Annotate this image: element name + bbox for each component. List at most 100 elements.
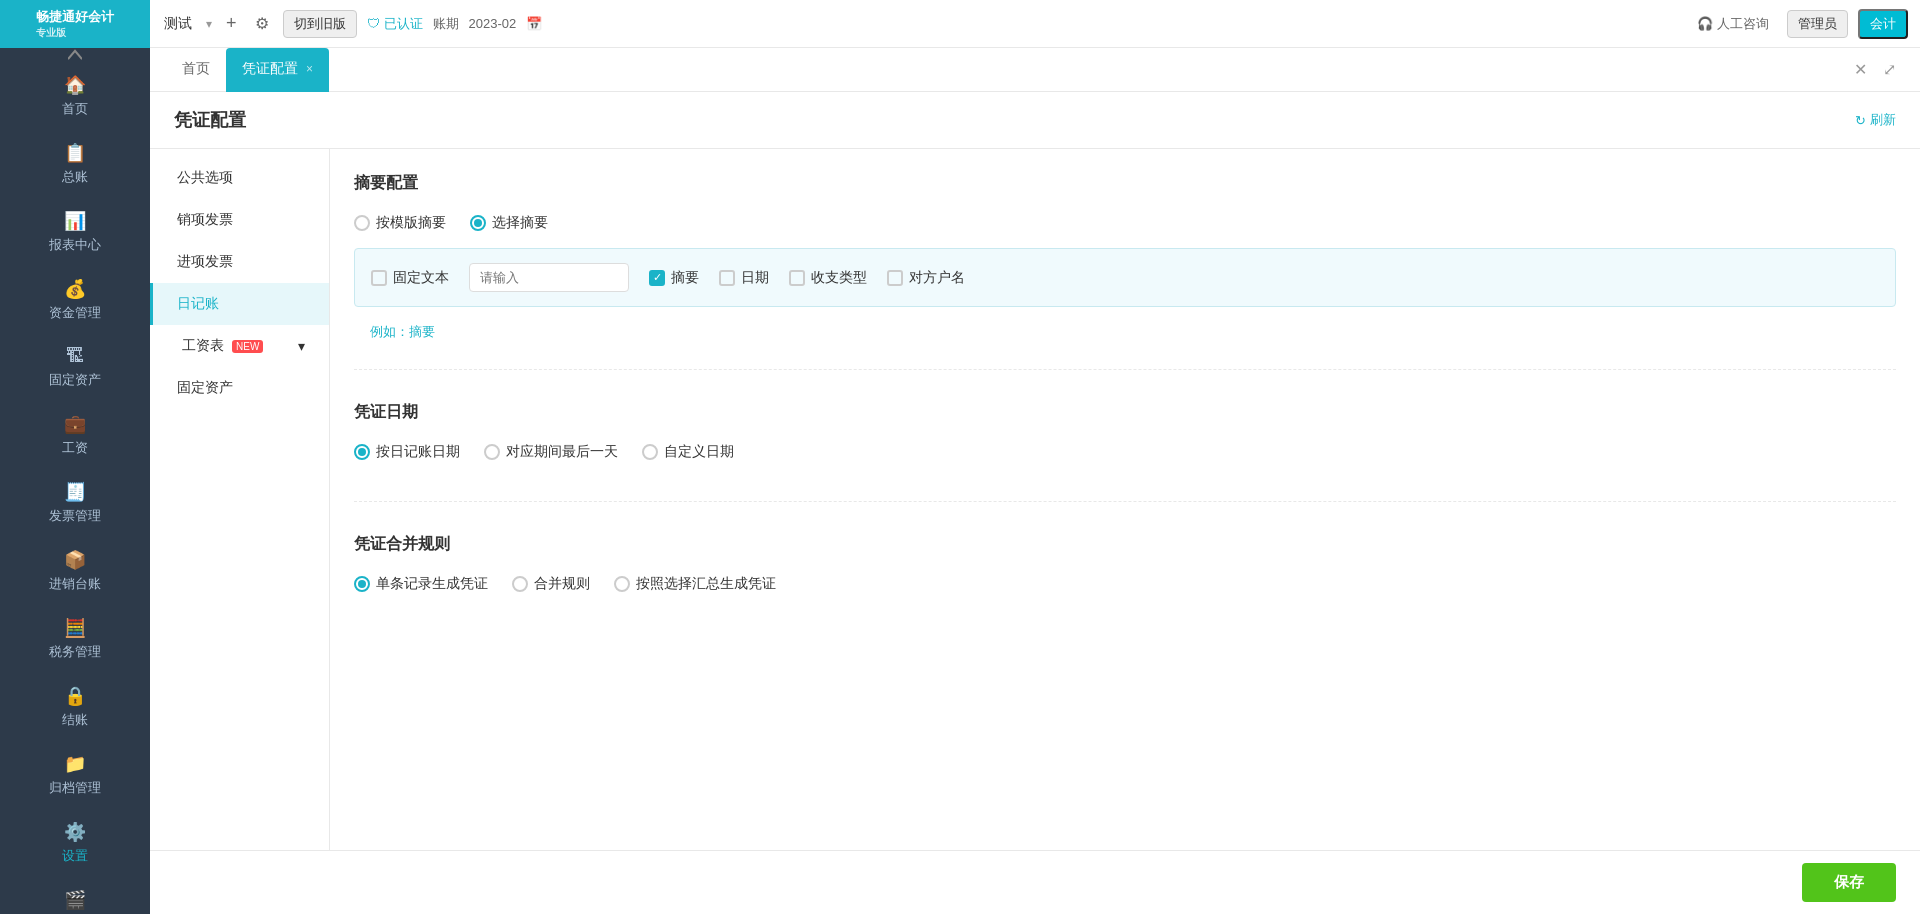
radio-merge[interactable]: 合并规则 xyxy=(512,575,590,593)
voucher-date-title: 凭证日期 xyxy=(354,402,1896,423)
summary-checkbox: ✓ xyxy=(649,270,665,286)
sidebar-item-fixed-assets[interactable]: 🏗 固定资产 xyxy=(0,334,150,401)
fixed-text-checkbox xyxy=(371,270,387,286)
summary-radio-group: 按模版摘要 选择摘要 xyxy=(354,214,1896,232)
left-nav-public[interactable]: 公共选项 xyxy=(150,157,329,199)
accountant-button[interactable]: 会计 xyxy=(1858,9,1908,39)
left-nav-payroll[interactable]: 工资表 NEW ▾ xyxy=(150,325,329,367)
sidebar-scroll-up[interactable] xyxy=(0,48,150,62)
purchase-icon: 📦 xyxy=(64,549,86,571)
tab-voucher-config[interactable]: 凭证配置 × xyxy=(226,48,329,92)
radio-select-summary[interactable]: 选择摘要 xyxy=(470,214,548,232)
sidebar-item-cash[interactable]: 💰 资金管理 xyxy=(0,266,150,334)
company-dropdown-icon[interactable]: ▾ xyxy=(206,17,212,31)
guide-icon: 🎬 xyxy=(64,889,86,911)
radio-journal-date[interactable]: 按日记账日期 xyxy=(354,443,460,461)
left-nav-sales-invoice[interactable]: 销项发票 xyxy=(150,199,329,241)
certified-status: 🛡 已认证 xyxy=(367,15,423,33)
checkbox-fixed-text[interactable]: 固定文本 xyxy=(371,269,449,287)
radio-template-summary[interactable]: 按模版摘要 xyxy=(354,214,446,232)
left-nav-journal[interactable]: 日记账 xyxy=(150,283,329,325)
merge-rules-section: 凭证合并规则 单条记录生成凭证 合并规则 按照选择汇总生成凭证 xyxy=(354,534,1896,633)
close-accounts-icon: 🔒 xyxy=(64,685,86,707)
left-nav-fixed-assets[interactable]: 固定资产 xyxy=(150,367,329,409)
headset-icon: 🎧 xyxy=(1697,16,1713,31)
calendar-icon[interactable]: 📅 xyxy=(526,16,542,31)
content-area: 首页 凭证配置 × ✕ ⤢ 凭证配置 ↻ 刷新 公共选项 xyxy=(150,48,1920,914)
sidebar-item-close[interactable]: 🔒 结账 xyxy=(0,673,150,741)
admin-button[interactable]: 管理员 xyxy=(1787,10,1848,38)
home-icon: 🏠 xyxy=(64,74,86,96)
archive-icon: 📁 xyxy=(64,753,86,775)
sidebar-item-home[interactable]: 🏠 首页 xyxy=(0,62,150,130)
tab-bar: 首页 凭证配置 × ✕ ⤢ xyxy=(150,48,1920,92)
journal-date-circle xyxy=(354,444,370,460)
main-layout: 🏠 首页 📋 总账 📊 报表中心 💰 资金管理 🏗 固定资产 💼 工资 🧾 发票… xyxy=(0,48,1920,914)
window-close-button[interactable]: ✕ xyxy=(1846,60,1875,79)
left-nav-purchase-invoice[interactable]: 进项发票 xyxy=(150,241,329,283)
summary-options-row: 固定文本 ✓ 摘要 日期 收支类型 xyxy=(354,248,1896,307)
sidebar-item-archive[interactable]: 📁 归档管理 xyxy=(0,741,150,809)
chevron-down-icon: ▾ xyxy=(298,338,305,354)
save-button[interactable]: 保存 xyxy=(1802,863,1896,902)
save-bar: 保存 xyxy=(150,850,1920,914)
sidebar-item-settings[interactable]: ⚙️ 设置 xyxy=(0,809,150,877)
add-company-button[interactable]: + xyxy=(222,13,241,34)
voucher-date-section: 凭证日期 按日记账日期 对应期间最后一天 自定义日期 xyxy=(354,402,1896,502)
sidebar-item-general-ledger[interactable]: 📋 总账 xyxy=(0,130,150,198)
company-name: 测试 xyxy=(160,15,196,33)
switch-old-version-button[interactable]: 切到旧版 xyxy=(283,10,357,38)
single-circle xyxy=(354,576,370,592)
selected-circle xyxy=(614,576,630,592)
consult-button[interactable]: 🎧 人工咨询 xyxy=(1697,15,1769,33)
counterpart-checkbox xyxy=(887,270,903,286)
sidebar-item-invoice[interactable]: 🧾 发票管理 xyxy=(0,469,150,537)
tax-icon: 🧮 xyxy=(64,617,86,639)
tab-close-icon[interactable]: × xyxy=(306,62,313,76)
last-day-circle xyxy=(484,444,500,460)
radio-custom-date[interactable]: 自定义日期 xyxy=(642,443,734,461)
radio-single[interactable]: 单条记录生成凭证 xyxy=(354,575,488,593)
sidebar-item-guide[interactable]: 🎬 新手引导 xyxy=(0,877,150,914)
config-layout: 公共选项 销项发票 进项发票 日记账 工资表 NEW ▾ xyxy=(150,149,1920,850)
period-label: 账期 xyxy=(433,15,459,33)
ledger-icon: 📋 xyxy=(64,142,86,164)
radio-last-day[interactable]: 对应期间最后一天 xyxy=(484,443,618,461)
income-type-checkbox xyxy=(789,270,805,286)
sidebar-item-tax[interactable]: 🧮 税务管理 xyxy=(0,605,150,673)
page-header: 凭证配置 ↻ 刷新 xyxy=(150,92,1920,149)
voucher-date-radio-group: 按日记账日期 对应期间最后一天 自定义日期 xyxy=(354,443,1896,461)
shield-icon: 🛡 xyxy=(367,16,380,31)
summary-config-section: 摘要配置 按模版摘要 选择摘要 xyxy=(354,173,1896,370)
sidebar: 🏠 首页 📋 总账 📊 报表中心 💰 资金管理 🏗 固定资产 💼 工资 🧾 发票… xyxy=(0,48,150,914)
left-nav: 公共选项 销项发票 进项发票 日记账 工资表 NEW ▾ xyxy=(150,149,330,850)
settings-icon: ⚙️ xyxy=(64,821,86,843)
checkbox-summary[interactable]: ✓ 摘要 xyxy=(649,269,699,287)
merge-circle xyxy=(512,576,528,592)
checkbox-income-type[interactable]: 收支类型 xyxy=(789,269,867,287)
sidebar-item-payroll[interactable]: 💼 工资 xyxy=(0,401,150,469)
tab-home[interactable]: 首页 xyxy=(166,48,226,92)
radio-selected[interactable]: 按照选择汇总生成凭证 xyxy=(614,575,776,593)
refresh-icon: ↻ xyxy=(1855,113,1866,128)
checkbox-counterpart[interactable]: 对方户名 xyxy=(887,269,965,287)
sidebar-item-reports[interactable]: 📊 报表中心 xyxy=(0,198,150,266)
example-text: 例如：摘要 xyxy=(354,319,1896,345)
right-content: 摘要配置 按模版摘要 选择摘要 xyxy=(330,149,1920,850)
fixed-text-input[interactable] xyxy=(469,263,629,292)
radio-template-circle xyxy=(354,215,370,231)
merge-rules-title: 凭证合并规则 xyxy=(354,534,1896,555)
sidebar-item-purchase-sales[interactable]: 📦 进销台账 xyxy=(0,537,150,605)
radio-select-circle xyxy=(470,215,486,231)
window-expand-button[interactable]: ⤢ xyxy=(1875,60,1904,79)
cash-icon: 💰 xyxy=(64,278,86,300)
new-badge: NEW xyxy=(232,340,263,353)
assets-icon: 🏗 xyxy=(66,346,84,367)
date-checkbox xyxy=(719,270,735,286)
summary-config-title: 摘要配置 xyxy=(354,173,1896,194)
checkbox-date[interactable]: 日期 xyxy=(719,269,769,287)
company-settings-icon[interactable]: ⚙ xyxy=(251,14,273,33)
refresh-button[interactable]: ↻ 刷新 xyxy=(1855,111,1896,129)
page-title: 凭证配置 xyxy=(174,108,246,132)
merge-rules-radio-group: 单条记录生成凭证 合并规则 按照选择汇总生成凭证 xyxy=(354,575,1896,593)
